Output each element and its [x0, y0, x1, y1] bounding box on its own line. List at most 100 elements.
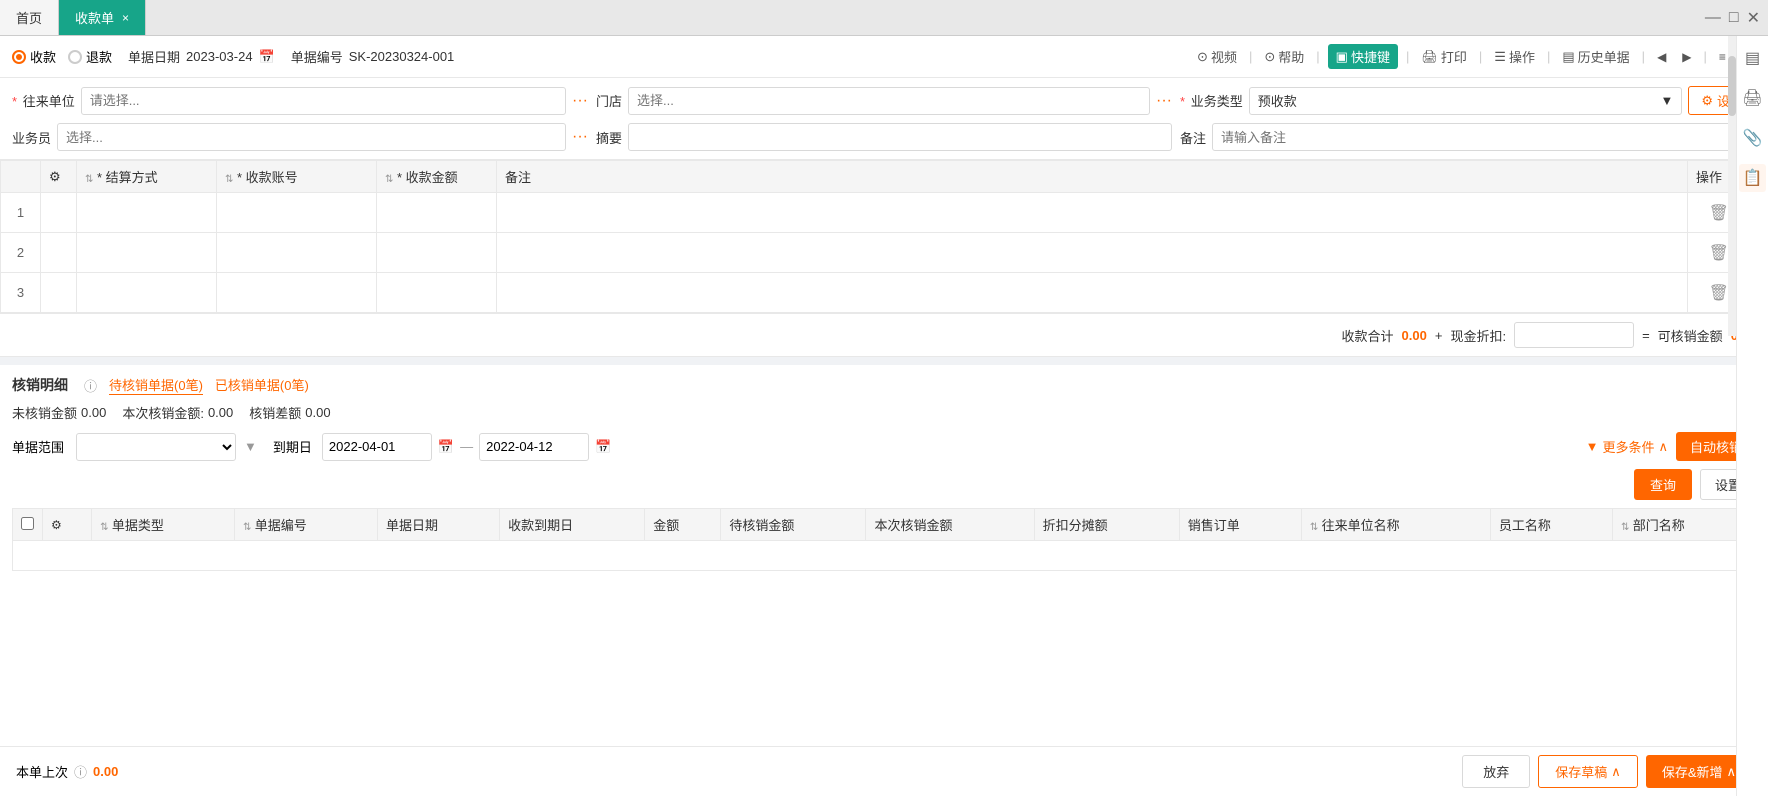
radio-refund[interactable]: 退款	[68, 47, 112, 66]
store-label: 门店	[596, 91, 622, 110]
row-amount-1[interactable]	[377, 193, 497, 233]
help-btn[interactable]: ⊙ 帮助	[1260, 45, 1308, 68]
date-field: 单据日期 2023-03-24 📅	[128, 47, 275, 66]
pending-tab[interactable]: 待核销单据(0笔)	[109, 375, 203, 395]
query-btn[interactable]: 查询	[1634, 469, 1692, 500]
discard-label: 放弃	[1483, 765, 1509, 780]
print-btn[interactable]: 🖨 打印	[1417, 45, 1471, 68]
nav-prev-btn[interactable]: ◀	[1653, 48, 1670, 66]
staff-more-icon[interactable]: ···	[572, 128, 588, 146]
summary-input[interactable]	[628, 123, 1172, 151]
staff-input[interactable]	[57, 123, 566, 151]
info-circle-icon: ⓘ	[74, 762, 87, 781]
close-btn[interactable]: ✕	[1747, 8, 1760, 28]
shortcut-btn[interactable]: ▣ 快捷键	[1328, 44, 1398, 69]
main-content: 收款 退款 单据日期 2023-03-24 📅 单据编号 SK-20230324…	[0, 36, 1768, 796]
diff-stat: 核销差额 0.00	[249, 403, 330, 422]
th-gear[interactable]: ⚙	[41, 161, 77, 193]
remark-input[interactable]	[1212, 123, 1756, 151]
draft-button[interactable]: 保存草稿 ∧	[1538, 755, 1638, 788]
due-date-from[interactable]	[322, 433, 432, 461]
table-row: 1 🗑 ⊕	[1, 193, 1768, 233]
row-remark-3[interactable]	[497, 273, 1688, 313]
tab-close-icon[interactable]: ×	[122, 11, 129, 25]
store-more-icon[interactable]: ···	[1156, 92, 1172, 110]
more-conditions-btn[interactable]: ▼ 更多条件 ∧	[1586, 437, 1668, 456]
row-remark-1[interactable]	[497, 193, 1688, 233]
row-account-3[interactable]	[217, 273, 377, 313]
chevron-down-icon: ▼	[1660, 93, 1673, 108]
business-type-field: * 业务类型 预收款 ▼ ⚙ 设置	[1180, 86, 1756, 115]
sort-icon3: ⇅	[385, 174, 393, 185]
gear-icon: ⚙	[1701, 93, 1713, 109]
select-all-checkbox[interactable]	[21, 517, 34, 530]
discount-label: 现金折扣:	[1450, 326, 1506, 345]
calendar-from-icon[interactable]: 📅	[438, 439, 454, 455]
remark-field: 备注	[1180, 123, 1756, 151]
th-num	[1, 161, 41, 193]
th-dept: ⇅ 部门名称	[1612, 509, 1755, 541]
row-settle-3[interactable]	[77, 273, 217, 313]
maximize-btn[interactable]: □	[1729, 9, 1739, 27]
radio-receive-dot	[12, 50, 26, 64]
done-tab[interactable]: 已核销单据(0笔)	[215, 375, 309, 395]
history-icon: ▤	[1562, 49, 1574, 65]
business-type-select[interactable]: 预收款 ▼	[1249, 87, 1683, 115]
scroll-thumb[interactable]	[1728, 56, 1736, 116]
previous-label: 本单上次	[16, 762, 68, 781]
th-gear-detail[interactable]: ⚙	[43, 509, 92, 541]
video-label: 视频	[1211, 47, 1237, 66]
plus-sign: +	[1435, 328, 1443, 343]
info-icon[interactable]: ⓘ	[84, 376, 97, 395]
row-settle-2[interactable]	[77, 233, 217, 273]
delete-row-2-icon[interactable]: 🗑	[1709, 243, 1729, 263]
footer: 本单上次 ⓘ 0.00 放弃 保存草稿 ∧ 保存&新增 ∧	[0, 746, 1768, 796]
due-date-to[interactable]	[479, 433, 589, 461]
form-row-1: * 往来单位 ··· 门店 ··· * 业务类型 预收款 ▼	[12, 86, 1756, 115]
sidebar-table-icon[interactable]: ▤	[1741, 44, 1764, 72]
discard-button[interactable]: 放弃	[1462, 755, 1530, 788]
staff-field: 业务员 ···	[12, 123, 588, 151]
delete-row-1-icon[interactable]: 🗑	[1709, 203, 1729, 223]
store-input[interactable]	[628, 87, 1150, 115]
calendar-icon[interactable]: 📅	[259, 49, 275, 65]
business-type-value: 预收款	[1258, 91, 1297, 110]
counterpart-more-icon[interactable]: ···	[572, 92, 588, 110]
operation-btn[interactable]: ☰ 操作	[1490, 45, 1539, 68]
radio-receive-label: 收款	[30, 47, 56, 66]
range-select[interactable]	[76, 433, 236, 461]
video-btn[interactable]: ⊙ 视频	[1193, 45, 1241, 68]
toolbar-right: ⊙ 视频 | ⊙ 帮助 | ▣ 快捷键 | 🖨 打印 | ☰ 操作	[1193, 44, 1756, 69]
radio-receive[interactable]: 收款	[12, 47, 56, 66]
sidebar-form-icon[interactable]: 📋	[1739, 164, 1767, 192]
tab-home[interactable]: 首页	[0, 0, 59, 35]
row-amount-2[interactable]	[377, 233, 497, 273]
total-value: 0.00	[1402, 328, 1427, 343]
delete-row-3-icon[interactable]: 🗑	[1709, 283, 1729, 303]
sidebar-attach-icon[interactable]: 📎	[1739, 124, 1767, 152]
th-doc-date: 单据日期	[377, 509, 499, 541]
range-label: 单据范围	[12, 437, 64, 456]
tab-current[interactable]: 收款单 ×	[59, 0, 146, 35]
counterpart-input[interactable]	[81, 87, 566, 115]
sidebar-print-icon[interactable]: 🖨	[1738, 84, 1766, 112]
history-btn[interactable]: ▤ 历史单据	[1558, 45, 1633, 68]
row-settle-1[interactable]	[77, 193, 217, 233]
summary-label: 摘要	[596, 128, 622, 147]
th-this-verify: 本次核销金额	[866, 509, 1034, 541]
row-account-2[interactable]	[217, 233, 377, 273]
minimize-btn[interactable]: —	[1705, 9, 1721, 27]
row-remark-2[interactable]	[497, 233, 1688, 273]
print-label: 打印	[1441, 47, 1467, 66]
window-controls: — □ ✕	[1697, 8, 1768, 28]
nav-next-btn[interactable]: ▶	[1678, 48, 1695, 66]
discount-input[interactable]	[1514, 322, 1634, 348]
row-amount-3[interactable]	[377, 273, 497, 313]
radio-group: 收款 退款	[12, 47, 112, 66]
calendar-to-icon[interactable]: 📅	[595, 439, 611, 455]
th-account: ⇅ * 收款账号	[217, 161, 377, 193]
th-due-date: 收款到期日	[500, 509, 645, 541]
row-account-1[interactable]	[217, 193, 377, 233]
store-field: 门店 ···	[596, 87, 1172, 115]
filter-icon: ▼	[1586, 439, 1599, 454]
